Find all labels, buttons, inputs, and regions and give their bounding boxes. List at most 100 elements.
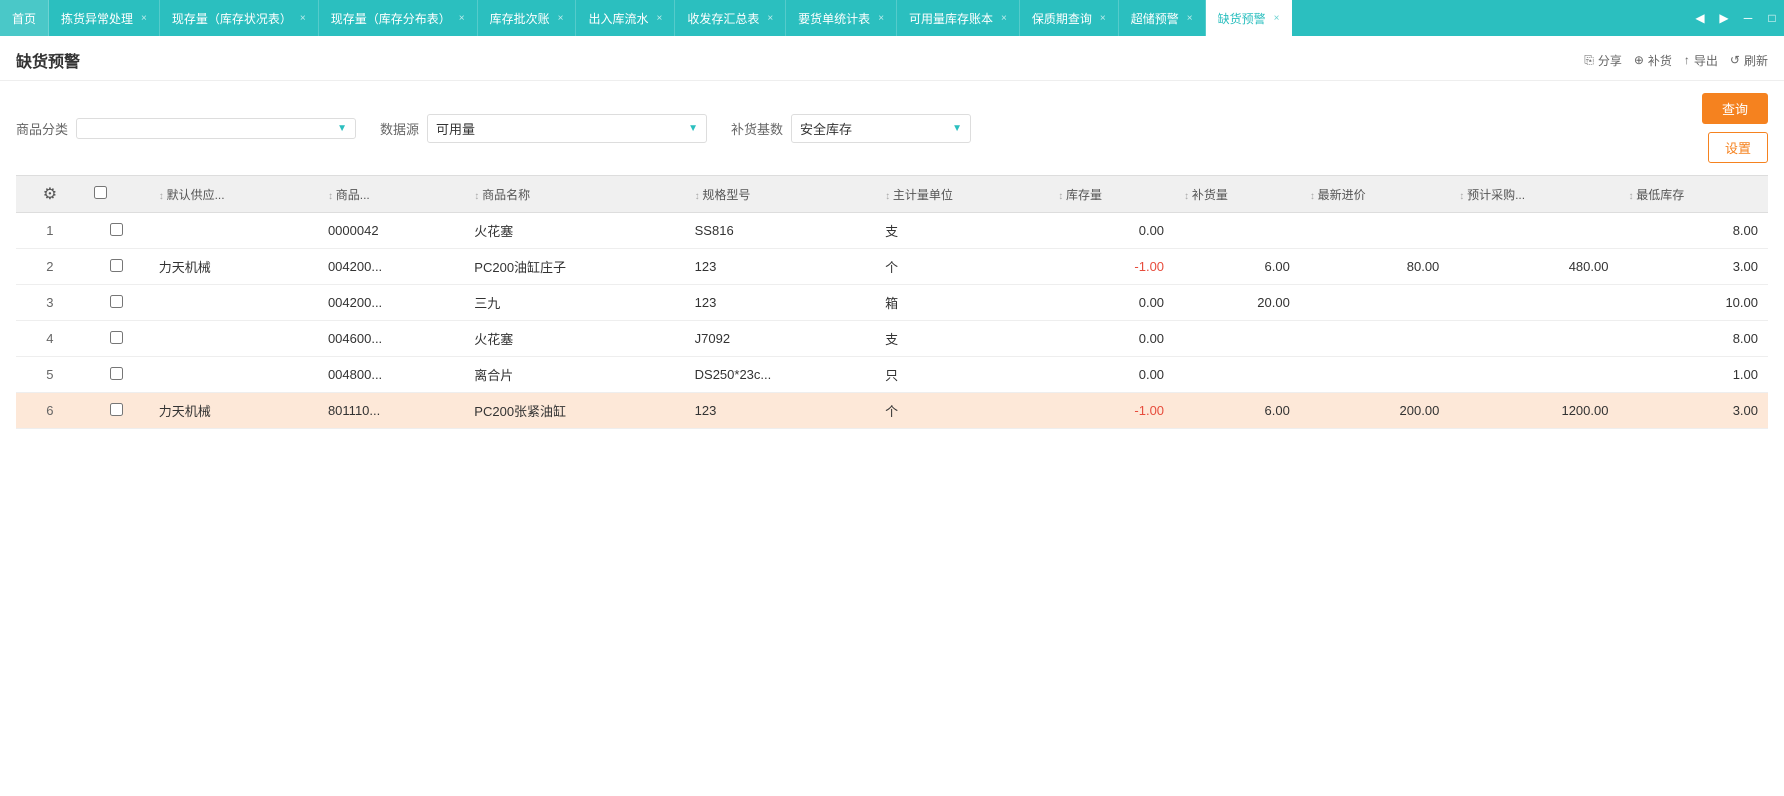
tab-close-stock-status[interactable]: × <box>300 13 306 24</box>
cell-supplier: 力天机械 <box>149 249 318 285</box>
cell-latest-price: 80.00 <box>1300 249 1449 285</box>
filter-row: 商品分类 ▼ 数据源 可用量 ▼ 补货基数 安全库存 ▼ 查询 设置 <box>0 81 1784 175</box>
cell-code: 0000042 <box>318 213 464 249</box>
tab-item-home[interactable]: 首页 <box>0 0 49 36</box>
row-number: 5 <box>16 357 84 393</box>
tab-item-shortage[interactable]: 缺货预警× <box>1206 0 1293 36</box>
col-header-replenish_qty[interactable]: 补货量 <box>1174 176 1300 213</box>
row-checkbox[interactable] <box>110 295 123 308</box>
page-title: 缺货预警 <box>16 48 80 72</box>
select-all-checkbox[interactable] <box>94 186 107 199</box>
row-number: 1 <box>16 213 84 249</box>
cell-unit: 只 <box>875 357 1048 393</box>
query-button[interactable]: 查询 <box>1702 93 1768 124</box>
tab-item-overstock[interactable]: 超储预警× <box>1119 0 1206 36</box>
col-header-product_code[interactable]: 商品... <box>318 176 464 213</box>
row-number: 2 <box>16 249 84 285</box>
tab-close-stock-dist[interactable]: × <box>459 13 465 24</box>
cell-replenish-qty: 20.00 <box>1174 285 1300 321</box>
tab-maximize-btn[interactable]: □ <box>1760 0 1784 36</box>
col-header-checkbox <box>84 176 149 213</box>
tab-item-stock-dist[interactable]: 现存量（库存分布表）× <box>319 0 478 36</box>
replenish-base-label: 补货基数 <box>731 119 783 138</box>
data-table: ⚙ 默认供应...商品...商品名称规格型号主计量单位库存量补货量最新进价预计采购… <box>16 175 1768 429</box>
tab-next-btn[interactable]: ▶ <box>1712 0 1736 36</box>
cell-min-stock: 1.00 <box>1618 357 1768 393</box>
cell-supplier <box>149 321 318 357</box>
cell-min-stock: 8.00 <box>1618 321 1768 357</box>
cell-spec: 123 <box>685 285 876 321</box>
tab-prev-btn[interactable]: ◀ <box>1688 0 1712 36</box>
cell-unit: 支 <box>875 213 1048 249</box>
tab-item-stock-status[interactable]: 现存量（库存状况表）× <box>160 0 319 36</box>
tab-close-expiry-query[interactable]: × <box>1100 13 1106 24</box>
col-header-estimated_purchase[interactable]: 预计采购... <box>1449 176 1618 213</box>
cell-replenish-qty: 6.00 <box>1174 249 1300 285</box>
cell-replenish-qty <box>1174 213 1300 249</box>
cell-min-stock: 3.00 <box>1618 393 1768 429</box>
cell-code: 004200... <box>318 285 464 321</box>
tab-close-receive-summary[interactable]: × <box>767 13 773 24</box>
row-checkbox[interactable] <box>110 259 123 272</box>
cell-unit: 箱 <box>875 285 1048 321</box>
tab-item-receive-summary[interactable]: 收发存汇总表× <box>675 0 786 36</box>
col-header-default_supplier[interactable]: 默认供应... <box>149 176 318 213</box>
tab-close-exception[interactable]: × <box>141 13 147 24</box>
share-btn[interactable]: ⎘ 分享 <box>1584 52 1622 69</box>
tab-item-batch-account[interactable]: 库存批次账× <box>478 0 577 36</box>
replenish-base-value: 安全库存 <box>800 119 852 138</box>
category-label: 商品分类 <box>16 119 68 138</box>
row-checkbox[interactable] <box>110 367 123 380</box>
row-checkbox[interactable] <box>110 223 123 236</box>
tab-item-demand-stat[interactable]: 要货单统计表× <box>786 0 897 36</box>
tab-close-shortage[interactable]: × <box>1274 13 1280 24</box>
tab-close-available-ledger[interactable]: × <box>1001 13 1007 24</box>
tab-close-demand-stat[interactable]: × <box>878 13 884 24</box>
col-header-settings[interactable]: ⚙ <box>16 176 84 213</box>
share-icon: ⎘ <box>1584 53 1594 68</box>
refresh-btn[interactable]: ↺ 刷新 <box>1730 52 1768 69</box>
col-header-latest_price[interactable]: 最新进价 <box>1300 176 1449 213</box>
cell-supplier <box>149 357 318 393</box>
table-row: 2力天机械004200...PC200油缸庄子123个-1.006.0080.0… <box>16 249 1768 285</box>
cell-est-purchase: 1200.00 <box>1449 393 1618 429</box>
tab-close-batch-account[interactable]: × <box>558 13 564 24</box>
replenish-base-chevron-icon: ▼ <box>952 123 962 134</box>
col-header-unit[interactable]: 主计量单位 <box>875 176 1048 213</box>
export-btn[interactable]: ↑ 导出 <box>1684 52 1718 69</box>
row-checkbox[interactable] <box>110 403 123 416</box>
table-row: 4004600...火花塞J7092支0.008.00 <box>16 321 1768 357</box>
tab-close-overstock[interactable]: × <box>1187 13 1193 24</box>
tab-item-exception[interactable]: 拣货异常处理× <box>49 0 160 36</box>
tab-item-expiry-query[interactable]: 保质期查询× <box>1020 0 1119 36</box>
replenish-btn[interactable]: ⊕ 补货 <box>1634 52 1672 69</box>
tab-item-available-ledger[interactable]: 可用量库存账本× <box>897 0 1020 36</box>
cell-supplier <box>149 213 318 249</box>
setting-button[interactable]: 设置 <box>1708 132 1768 163</box>
tab-minimize-btn[interactable]: ─ <box>1736 0 1760 36</box>
replenish-base-select[interactable]: 安全库存 ▼ <box>791 114 971 143</box>
cell-latest-price <box>1300 321 1449 357</box>
datasource-label: 数据源 <box>380 119 419 138</box>
replenish-base-filter-group: 补货基数 安全库存 ▼ <box>731 114 971 143</box>
cell-unit: 个 <box>875 249 1048 285</box>
tab-item-inout-flow[interactable]: 出入库流水× <box>576 0 675 36</box>
datasource-value: 可用量 <box>436 119 475 138</box>
cell-spec: 123 <box>685 249 876 285</box>
col-header-product_name[interactable]: 商品名称 <box>464 176 684 213</box>
col-header-spec[interactable]: 规格型号 <box>685 176 876 213</box>
cell-latest-price <box>1300 285 1449 321</box>
col-header-min_stock[interactable]: 最低库存 <box>1618 176 1768 213</box>
refresh-icon: ↺ <box>1730 53 1740 67</box>
row-number: 4 <box>16 321 84 357</box>
cell-spec: SS816 <box>685 213 876 249</box>
cell-latest-price: 200.00 <box>1300 393 1449 429</box>
tab-close-inout-flow[interactable]: × <box>656 13 662 24</box>
category-select[interactable]: ▼ <box>76 118 356 139</box>
datasource-select[interactable]: 可用量 ▼ <box>427 114 707 143</box>
col-header-stock[interactable]: 库存量 <box>1048 176 1174 213</box>
cell-code: 801110... <box>318 393 464 429</box>
cell-replenish-qty <box>1174 321 1300 357</box>
row-checkbox[interactable] <box>110 331 123 344</box>
cell-stock: 0.00 <box>1048 213 1174 249</box>
